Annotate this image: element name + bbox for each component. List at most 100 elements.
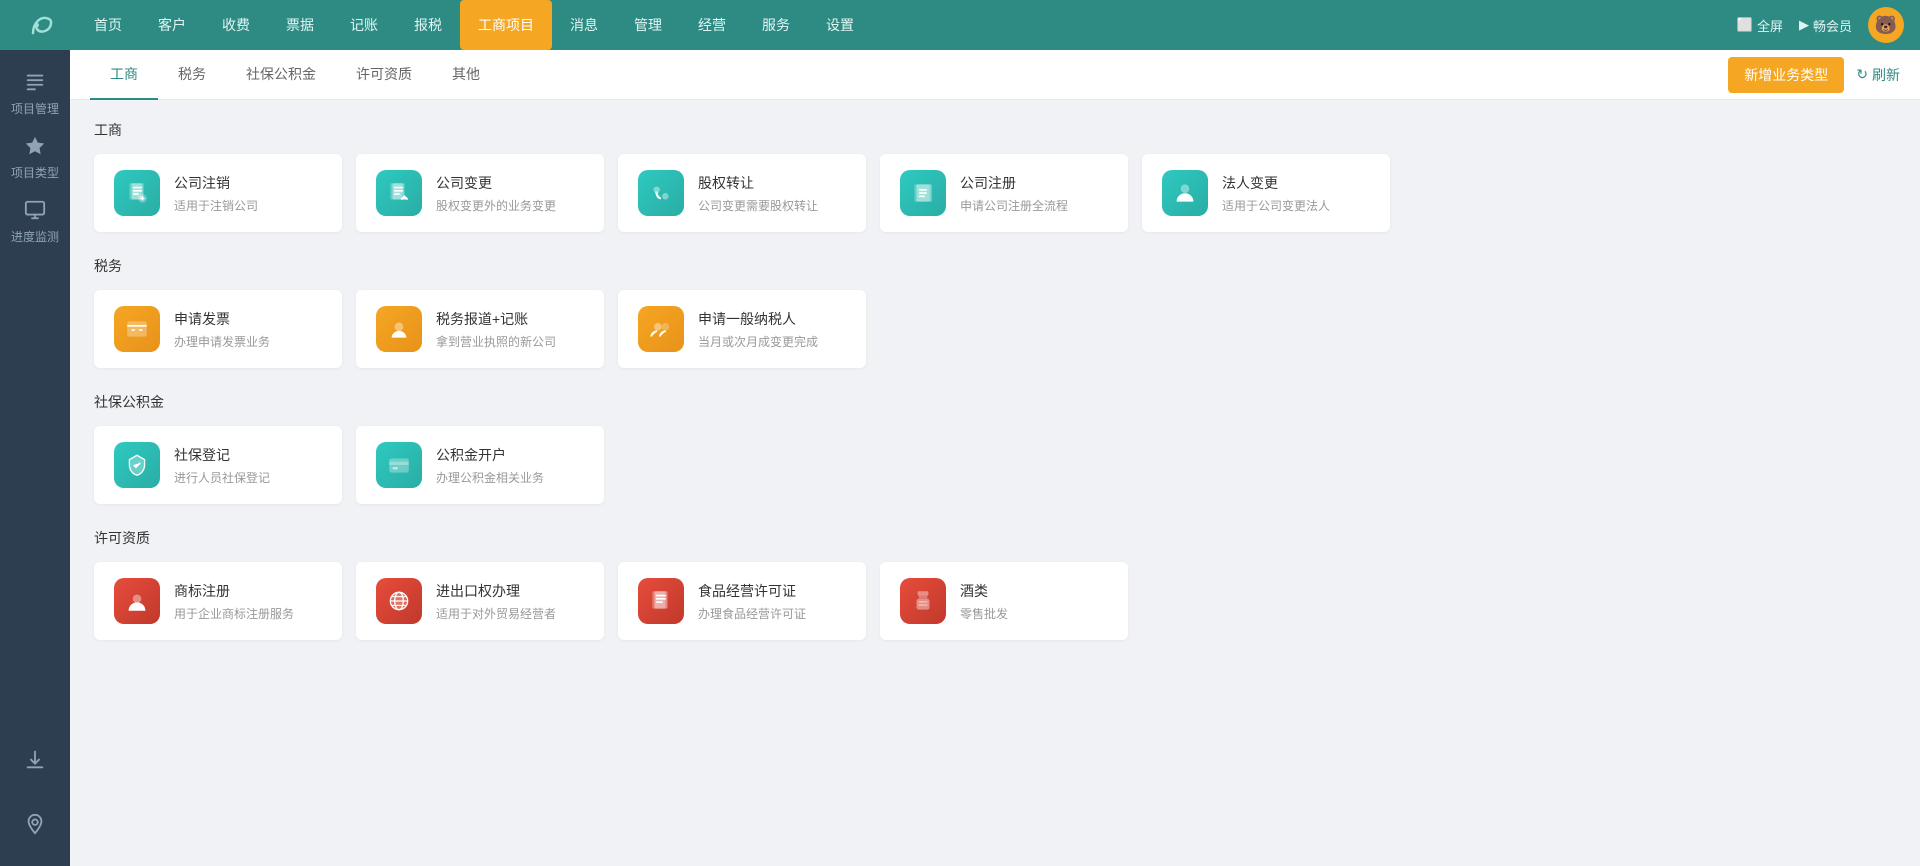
card-text: 社保登记进行人员社保登记 (174, 445, 270, 486)
card-description: 申请公司注册全流程 (960, 197, 1068, 214)
nav-item-首页[interactable]: 首页 (76, 0, 140, 50)
tab-许可资质[interactable]: 许可资质 (336, 50, 432, 100)
service-card[interactable]: 公司注销适用于注销公司 (94, 154, 342, 232)
card-description: 进行人员社保登记 (174, 469, 270, 486)
service-card[interactable]: 公司注册申请公司注册全流程 (880, 154, 1128, 232)
card-name: 股权转让 (698, 173, 818, 193)
card-name: 公司注销 (174, 173, 258, 193)
card-text: 进出口权办理适用于对外贸易经营者 (436, 581, 556, 622)
section-许可资质: 许可资质商标注册用于企业商标注册服务 进出口权办理适用于对外贸易经营者 食品经营许可… (94, 528, 1896, 640)
nav-item-报税[interactable]: 报税 (396, 0, 460, 50)
tab-工商[interactable]: 工商 (90, 50, 158, 100)
sidebar-item-download[interactable] (0, 728, 70, 792)
tab-社保公积金[interactable]: 社保公积金 (226, 50, 336, 100)
service-card[interactable]: 公积金开户办理公积金相关业务 (356, 426, 604, 504)
nav-item-消息[interactable]: 消息 (552, 0, 616, 50)
card-icon (900, 578, 946, 624)
card-text: 股权转让公司变更需要股权转让 (698, 173, 818, 214)
card-name: 税务报道+记账 (436, 309, 556, 329)
member-button[interactable]: ▶ 畅会员 (1799, 16, 1852, 35)
card-icon (900, 170, 946, 216)
nav-item-经营[interactable]: 经营 (680, 0, 744, 50)
logo (16, 0, 66, 50)
card-text: 公积金开户办理公积金相关业务 (436, 445, 544, 486)
service-card[interactable]: 申请发票办理申请发票业务 (94, 290, 342, 368)
tab-其他[interactable]: 其他 (432, 50, 500, 100)
card-name: 公积金开户 (436, 445, 544, 465)
card-description: 公司变更需要股权转让 (698, 197, 818, 214)
top-nav-right: ⬜ 全屏 ▶ 畅会员 🐻 (1737, 7, 1904, 43)
card-icon (638, 306, 684, 352)
page-content: 工商公司注销适用于注销公司 公司变更股权变更外的业务变更 股权转让公司变更需要股权转… (70, 100, 1920, 866)
service-card[interactable]: 股权转让公司变更需要股权转让 (618, 154, 866, 232)
card-name: 申请发票 (174, 309, 270, 329)
nav-item-管理[interactable]: 管理 (616, 0, 680, 50)
service-card[interactable]: 社保登记进行人员社保登记 (94, 426, 342, 504)
service-card[interactable]: 法人变更适用于公司变更法人 (1142, 154, 1390, 232)
list-icon (21, 68, 49, 96)
card-icon (114, 578, 160, 624)
card-description: 当月或次月成变更完成 (698, 333, 818, 350)
location-icon (21, 810, 49, 838)
card-name: 进出口权办理 (436, 581, 556, 601)
nav-item-记账[interactable]: 记账 (332, 0, 396, 50)
sidebar-item-location[interactable] (0, 792, 70, 856)
nav-item-收费[interactable]: 收费 (204, 0, 268, 50)
monitor-icon (21, 196, 49, 224)
card-text: 公司注册申请公司注册全流程 (960, 173, 1068, 214)
card-icon (1162, 170, 1208, 216)
service-card[interactable]: 申请一般纳税人当月或次月成变更完成 (618, 290, 866, 368)
sidebar-item-progress-monitor[interactable]: 进度监测 (0, 188, 70, 252)
service-card[interactable]: 公司变更股权变更外的业务变更 (356, 154, 604, 232)
section-title: 工商 (94, 120, 1896, 140)
content-area: 工商税务社保公积金许可资质其他 新增业务类型 ↻ 刷新 工商公司注销适用于注销公… (70, 50, 1920, 866)
section-title: 税务 (94, 256, 1896, 276)
top-navigation: 首页客户收费票据记账报税工商项目消息管理经营服务设置 ⬜ 全屏 ▶ 畅会员 🐻 (0, 0, 1920, 50)
section-title: 许可资质 (94, 528, 1896, 548)
sidebar-item-project-type[interactable]: 项目类型 (0, 124, 70, 188)
nav-item-设置[interactable]: 设置 (808, 0, 872, 50)
card-name: 申请一般纳税人 (698, 309, 818, 329)
nav-items: 首页客户收费票据记账报税工商项目消息管理经营服务设置 (76, 0, 1737, 50)
card-name: 食品经营许可证 (698, 581, 806, 601)
card-icon (114, 170, 160, 216)
tab-税务[interactable]: 税务 (158, 50, 226, 100)
nav-item-服务[interactable]: 服务 (744, 0, 808, 50)
section-税务: 税务申请发票办理申请发票业务 税务报道+记账拿到营业执照的新公司 申请一般纳税人当月… (94, 256, 1896, 368)
card-icon (114, 442, 160, 488)
user-avatar[interactable]: 🐻 (1868, 7, 1904, 43)
card-icon (376, 442, 422, 488)
card-icon (638, 578, 684, 624)
sidebar-item-project-management[interactable]: 项目管理 (0, 60, 70, 124)
section-社保公积金: 社保公积金社保登记进行人员社保登记公积金开户办理公积金相关业务 (94, 392, 1896, 504)
sections-container: 工商公司注销适用于注销公司 公司变更股权变更外的业务变更 股权转让公司变更需要股权转… (94, 120, 1896, 640)
card-name: 商标注册 (174, 581, 294, 601)
cards-grid: 申请发票办理申请发票业务 税务报道+记账拿到营业执照的新公司 申请一般纳税人当月或次… (94, 290, 1896, 368)
card-text: 公司变更股权变更外的业务变更 (436, 173, 556, 214)
refresh-button[interactable]: ↻ 刷新 (1856, 65, 1900, 85)
service-card[interactable]: 税务报道+记账拿到营业执照的新公司 (356, 290, 604, 368)
card-text: 酒类零售批发 (960, 581, 1008, 622)
card-description: 适用于对外贸易经营者 (436, 605, 556, 622)
cards-grid: 公司注销适用于注销公司公司变更股权变更外的业务变更股权转让公司变更需要股权转让公… (94, 154, 1896, 232)
fullscreen-button[interactable]: ⬜ 全屏 (1737, 16, 1783, 35)
service-card[interactable]: 进出口权办理适用于对外贸易经营者 (356, 562, 604, 640)
nav-item-客户[interactable]: 客户 (140, 0, 204, 50)
nav-item-工商项目[interactable]: 工商项目 (460, 0, 552, 50)
card-text: 税务报道+记账拿到营业执照的新公司 (436, 309, 556, 350)
service-card[interactable]: 食品经营许可证办理食品经营许可证 (618, 562, 866, 640)
new-type-button[interactable]: 新增业务类型 (1728, 57, 1844, 93)
card-icon (376, 578, 422, 624)
card-description: 用于企业商标注册服务 (174, 605, 294, 622)
refresh-icon: ↻ (1856, 66, 1868, 83)
card-name: 公司注册 (960, 173, 1068, 193)
fullscreen-icon: ⬜ (1737, 17, 1753, 33)
card-name: 公司变更 (436, 173, 556, 193)
card-description: 零售批发 (960, 605, 1008, 622)
service-card[interactable]: 商标注册用于企业商标注册服务 (94, 562, 342, 640)
service-card[interactable]: 酒类零售批发 (880, 562, 1128, 640)
card-description: 适用于注销公司 (174, 197, 258, 214)
download-icon (21, 746, 49, 774)
card-name: 社保登记 (174, 445, 270, 465)
nav-item-票据[interactable]: 票据 (268, 0, 332, 50)
